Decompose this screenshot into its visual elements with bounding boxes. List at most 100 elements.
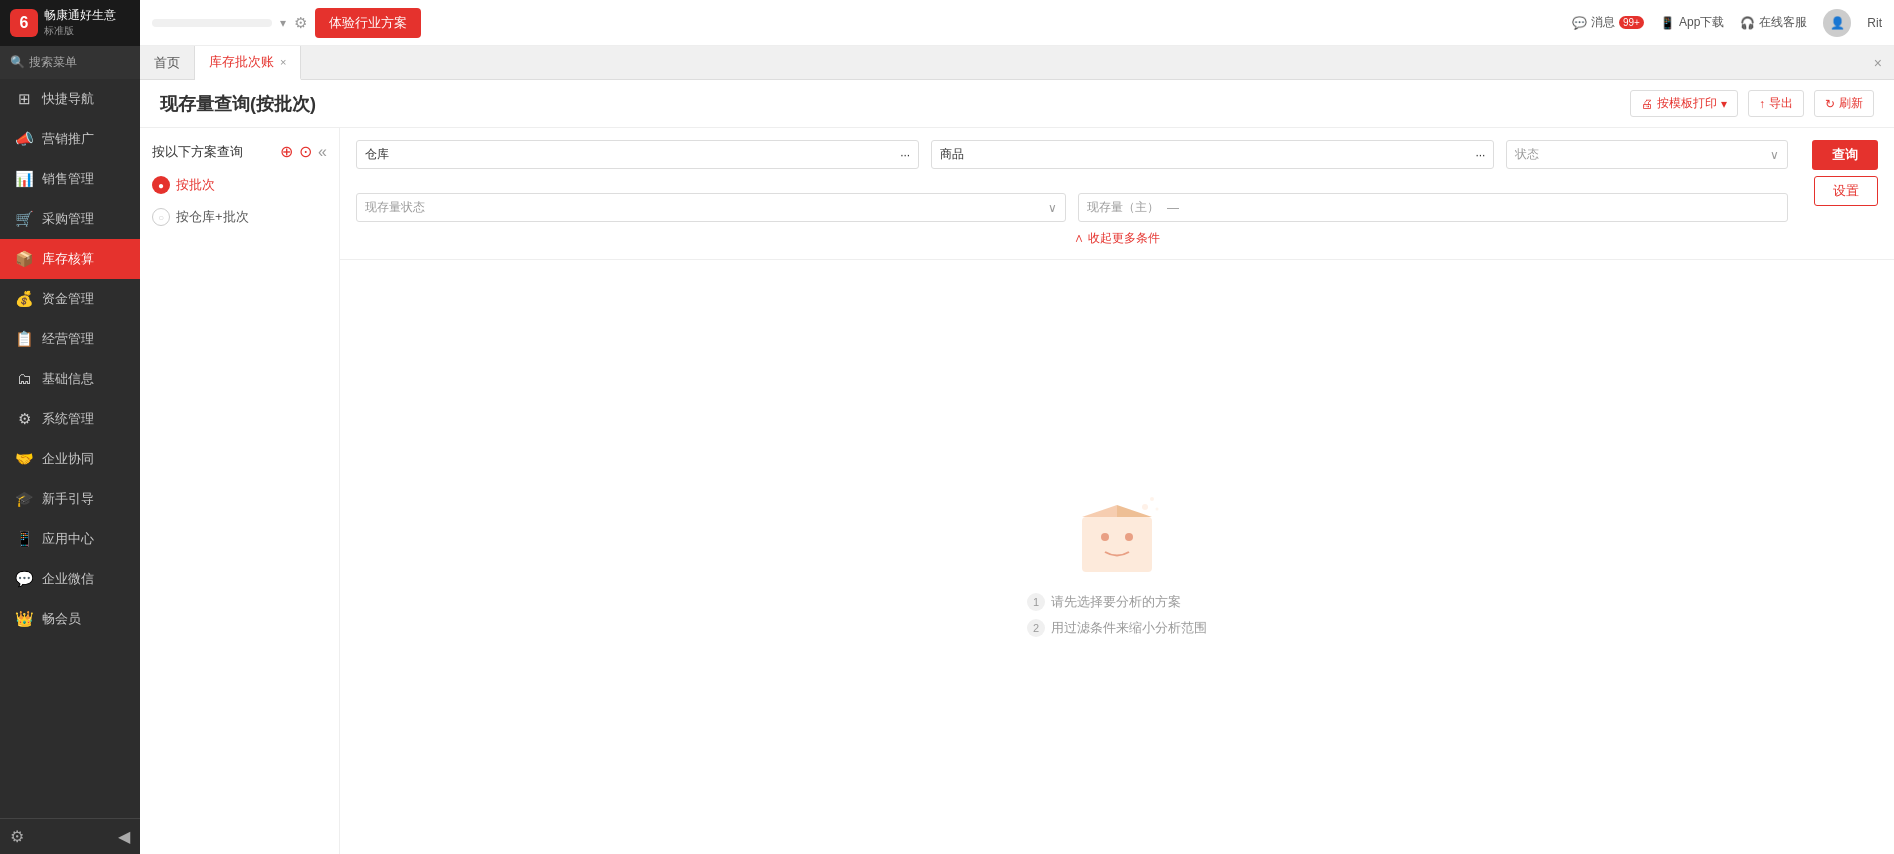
app-download-action[interactable]: 📱 App下载 xyxy=(1660,14,1724,31)
svg-point-5 xyxy=(1142,504,1148,510)
tabs-bar: 首页 库存批次账 × × xyxy=(140,46,1894,80)
page-title: 现存量查询(按批次) xyxy=(160,92,316,116)
sidebar-item-label: 采购管理 xyxy=(42,210,94,228)
left-panel-header-actions: ⊕ ⊙ « xyxy=(280,142,327,161)
trial-button[interactable]: 体验行业方案 xyxy=(315,8,421,38)
sidebar-item-basic[interactable]: 🗂 基础信息 xyxy=(0,359,140,399)
tab-close-icon[interactable]: × xyxy=(280,56,286,68)
left-panel-title: 按以下方案查询 xyxy=(152,143,243,161)
member-icon: 👑 xyxy=(14,610,34,628)
scheme-item-by-warehouse-batch[interactable]: ○ 按仓库+批次 xyxy=(140,201,339,233)
sidebar-item-purchase[interactable]: 🛒 采购管理 xyxy=(0,199,140,239)
collapse-icon: ∧ xyxy=(1074,231,1084,245)
inventory-qty-range[interactable]: 现存量（主） — xyxy=(1078,193,1788,222)
filter-actions: 查询 设置 xyxy=(1800,140,1878,206)
sidebar-item-wechat[interactable]: 💬 企业微信 xyxy=(0,559,140,599)
svg-point-3 xyxy=(1101,533,1109,541)
tab-home[interactable]: 首页 xyxy=(140,46,195,79)
sidebar-item-finance[interactable]: 💰 资金管理 xyxy=(0,279,140,319)
sidebar-item-label: 系统管理 xyxy=(42,410,94,428)
app-download-label: App下载 xyxy=(1679,14,1724,31)
close-all-tabs-icon[interactable]: × xyxy=(1874,55,1882,71)
product-input[interactable]: 商品 ··· xyxy=(931,140,1494,169)
sidebar-item-label: 库存核算 xyxy=(42,250,94,268)
app-version: 标准版 xyxy=(44,24,116,38)
headset-icon: 🎧 xyxy=(1740,16,1755,30)
page-header: 现存量查询(按批次) 🖨 按模板打印 ▾ ↑ 导出 ↻ 刷新 xyxy=(140,80,1894,128)
print-button[interactable]: 🖨 按模板打印 ▾ xyxy=(1630,90,1738,117)
export-icon: ↑ xyxy=(1759,97,1765,111)
sidebar-item-enterprise[interactable]: 🤝 企业协同 xyxy=(0,439,140,479)
tip-2-num: 2 xyxy=(1027,619,1045,637)
user-avatar[interactable]: 👤 xyxy=(1823,9,1851,37)
sidebar-item-label: 销售管理 xyxy=(42,170,94,188)
inventory-status-select[interactable]: 现存量状态 ∨ xyxy=(356,193,1066,222)
topbar-chevron-icon[interactable]: ▾ xyxy=(280,16,286,30)
purchase-icon: 🛒 xyxy=(14,210,34,228)
svg-point-4 xyxy=(1125,533,1133,541)
scheme-inactive-indicator: ○ xyxy=(152,208,170,226)
filter-inventory-status-field: 现存量状态 ∨ xyxy=(356,193,1066,222)
scheme-item-by-batch[interactable]: ● 按批次 xyxy=(140,169,339,201)
inventory-status-label: 现存量状态 xyxy=(365,199,425,216)
refresh-icon: ↻ xyxy=(1825,97,1835,111)
scheme-settings-icon[interactable]: ⊙ xyxy=(299,142,312,161)
sidebar-item-marketing[interactable]: 📣 营销推广 xyxy=(0,119,140,159)
system-icon: ⚙ xyxy=(14,410,34,428)
product-more-icon[interactable]: ··· xyxy=(1475,148,1485,162)
sidebar-item-newbie[interactable]: 🎓 新手引导 xyxy=(0,479,140,519)
svg-point-7 xyxy=(1156,508,1159,511)
sidebar-item-quick-nav[interactable]: ⊞ 快捷导航 xyxy=(0,79,140,119)
empty-illustration xyxy=(1057,477,1177,577)
add-scheme-icon[interactable]: ⊕ xyxy=(280,142,293,161)
query-button[interactable]: 查询 xyxy=(1812,140,1878,170)
scheme-label: 按仓库+批次 xyxy=(176,208,249,226)
filter-row-1: 仓库 ··· 商品 ··· xyxy=(356,140,1788,169)
sidebar-item-label: 快捷导航 xyxy=(42,90,94,108)
panel-collapse-icon[interactable]: « xyxy=(318,143,327,161)
username-label[interactable]: Rit xyxy=(1867,16,1882,30)
warehouse-more-icon[interactable]: ··· xyxy=(900,148,910,162)
tab-batch-ledger[interactable]: 库存批次账 × xyxy=(195,46,301,80)
main-area: ▾ ⚙ 体验行业方案 💬 消息 99+ 📱 App下载 🎧 在线客服 👤 Rit xyxy=(140,0,1894,854)
footer-collapse-icon[interactable]: ◀ xyxy=(118,827,130,846)
topbar-gear-icon[interactable]: ⚙ xyxy=(294,14,307,32)
page-actions: 🖨 按模板打印 ▾ ↑ 导出 ↻ 刷新 xyxy=(1630,90,1874,117)
warehouse-input[interactable]: 仓库 ··· xyxy=(356,140,919,169)
sidebar-item-label: 基础信息 xyxy=(42,370,94,388)
export-button[interactable]: ↑ 导出 xyxy=(1748,90,1804,117)
printer-icon: 🖨 xyxy=(1641,97,1653,111)
sales-icon: 📊 xyxy=(14,170,34,188)
sidebar-item-inventory[interactable]: 📦 库存核算 xyxy=(0,239,140,279)
sidebar-item-label: 企业协同 xyxy=(42,450,94,468)
footer-settings-icon[interactable]: ⚙ xyxy=(10,827,24,846)
sidebar-item-app-center[interactable]: 📱 应用中心 xyxy=(0,519,140,559)
sidebar-nav: ⊞ 快捷导航 📣 营销推广 📊 销售管理 🛒 采购管理 📦 库存核算 💰 资金管… xyxy=(0,79,140,818)
messages-action[interactable]: 💬 消息 99+ xyxy=(1572,14,1644,31)
topbar: ▾ ⚙ 体验行业方案 💬 消息 99+ 📱 App下载 🎧 在线客服 👤 Rit xyxy=(140,0,1894,46)
sidebar-item-sales[interactable]: 📊 销售管理 xyxy=(0,159,140,199)
sidebar-item-label: 应用中心 xyxy=(42,530,94,548)
sidebar-item-operations[interactable]: 📋 经营管理 xyxy=(0,319,140,359)
sidebar-item-system[interactable]: ⚙ 系统管理 xyxy=(0,399,140,439)
left-panel: 按以下方案查询 ⊕ ⊙ « ● 按批次 ○ 按仓库+批次 xyxy=(140,128,340,854)
status-label: 状态 xyxy=(1515,146,1539,163)
empty-tips: 1 请先选择要分析的方案 2 用过滤条件来缩小分析范围 xyxy=(1027,593,1207,637)
topbar-left: ▾ ⚙ 体验行业方案 xyxy=(152,8,1564,38)
online-service-action[interactable]: 🎧 在线客服 xyxy=(1740,14,1807,31)
tabs-bar-right: × xyxy=(1874,46,1894,79)
app-info: 畅康通好生意 标准版 xyxy=(44,8,116,38)
status-chevron-icon: ∨ xyxy=(1770,148,1779,162)
status-select[interactable]: 状态 ∨ xyxy=(1506,140,1788,169)
refresh-button[interactable]: ↻ 刷新 xyxy=(1814,90,1874,117)
newbie-icon: 🎓 xyxy=(14,490,34,508)
sidebar-item-label: 资金管理 xyxy=(42,290,94,308)
online-service-label: 在线客服 xyxy=(1759,14,1807,31)
print-chevron-icon[interactable]: ▾ xyxy=(1721,97,1727,111)
filter-setting-button[interactable]: 设置 xyxy=(1814,176,1878,206)
collapse-more-button[interactable]: ∧ 收起更多条件 xyxy=(356,230,1878,247)
sidebar-search[interactable]: 🔍 搜索菜单 xyxy=(0,46,140,79)
enterprise-icon: 🤝 xyxy=(14,450,34,468)
sidebar-search-label: 搜索菜单 xyxy=(29,54,77,71)
sidebar-item-member[interactable]: 👑 畅会员 xyxy=(0,599,140,639)
